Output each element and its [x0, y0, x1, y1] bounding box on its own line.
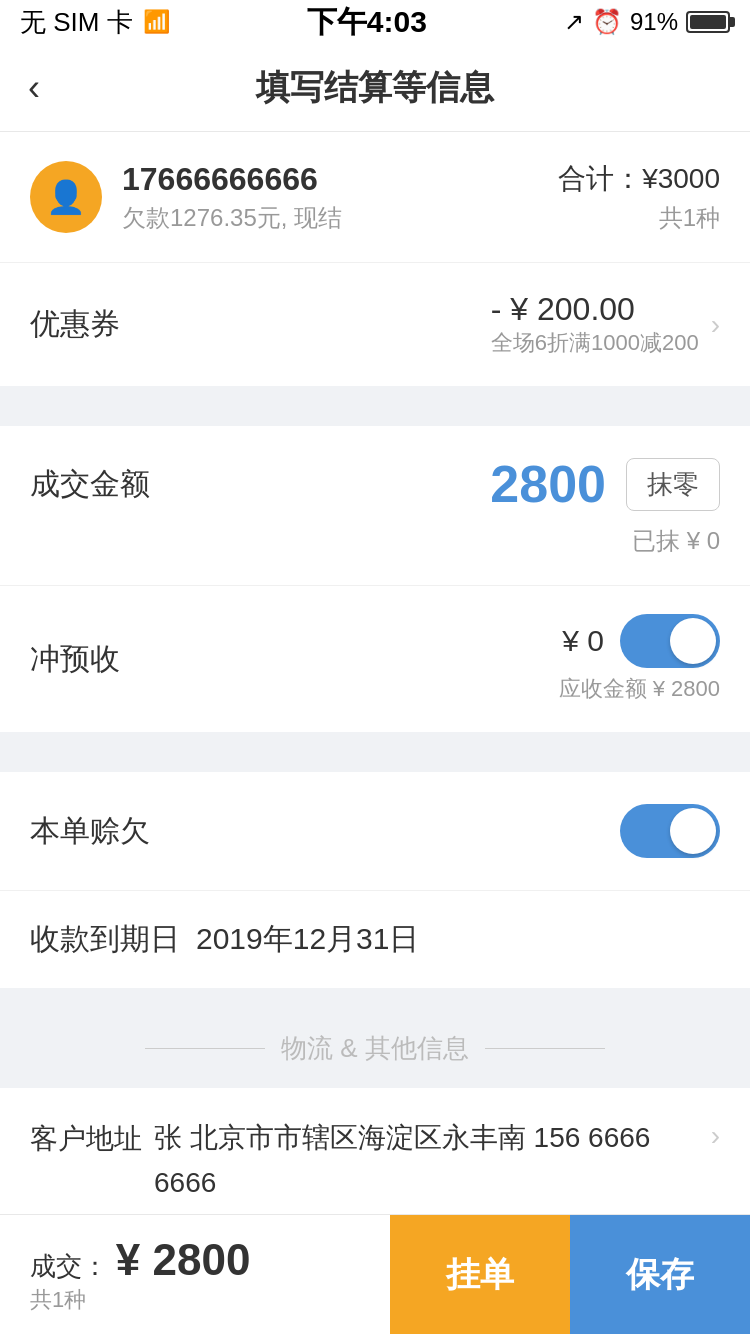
debt-toggle[interactable]	[620, 804, 720, 858]
user-sub: 欠款1276.35元, 现结	[122, 202, 342, 234]
user-info-left: 👤 17666666666 欠款1276.35元, 现结	[30, 161, 342, 234]
nav-bar: ‹ 填写结算等信息	[0, 44, 750, 132]
footer-count: 共1种	[30, 1285, 360, 1315]
precollect-amount-row: ¥ 0	[562, 614, 720, 668]
footer-total-amount: ¥ 2800	[116, 1235, 251, 1284]
status-bar-time: 下午4:03	[307, 2, 427, 43]
battery-icon	[686, 11, 730, 33]
save-button[interactable]: 保存	[570, 1215, 750, 1335]
wifi-icon: 📶	[143, 9, 170, 35]
round-button[interactable]: 抹零	[626, 458, 720, 511]
address-row[interactable]: 客户地址 张 北京市市辖区海淀区永丰南 156 6666 6666 ›	[0, 1088, 750, 1234]
status-bar-left: 无 SIM 卡 📶	[20, 5, 170, 40]
footer-bar: 成交： ¥ 2800 共1种 挂单 保存	[0, 1214, 750, 1334]
page-title: 填写结算等信息	[256, 65, 494, 111]
footer-left: 成交： ¥ 2800 共1种	[0, 1235, 390, 1315]
coupon-desc: 全场6折满1000减200	[491, 328, 699, 358]
precollect-toggle[interactable]	[620, 614, 720, 668]
deal-amount-right: 2800 抹零	[490, 454, 720, 514]
status-bar: 无 SIM 卡 📶 下午4:03 ↗ ⏰ 91%	[0, 0, 750, 44]
logistics-label: 物流 & 其他信息	[145, 1031, 605, 1066]
user-info-row: 👤 17666666666 欠款1276.35元, 现结 合计：¥3000 共1…	[0, 132, 750, 263]
precollect-toggle-thumb	[670, 618, 716, 664]
coupon-info: - ¥ 200.00 全场6折满1000减200	[491, 291, 699, 358]
user-details: 17666666666 欠款1276.35元, 现结	[122, 161, 342, 234]
alarm-icon: ⏰	[592, 8, 622, 36]
user-phone: 17666666666	[122, 161, 342, 198]
debt-toggle-thumb	[670, 808, 716, 854]
logistics-divider: 物流 & 其他信息	[0, 1008, 750, 1088]
deal-amount-label: 成交金额	[30, 464, 150, 505]
status-bar-right: ↗ ⏰ 91%	[564, 8, 730, 36]
precollect-row: 冲预收 ¥ 0 应收金额 ¥ 2800	[0, 585, 750, 732]
debt-row: 本单赊欠	[0, 772, 750, 890]
battery-percent: 91%	[630, 8, 678, 36]
precollect-amount: ¥ 0	[562, 624, 604, 658]
location-icon: ↗	[564, 8, 584, 36]
deal-sub: 已抹 ¥ 0	[632, 527, 720, 554]
carrier-label: 无 SIM 卡	[20, 5, 133, 40]
avatar-icon: 👤	[46, 178, 86, 216]
address-chevron: ›	[711, 1116, 720, 1152]
deal-amount-section: 成交金额 2800 抹零 已抹 ¥ 0	[0, 426, 750, 585]
precollect-right: ¥ 0 应收金额 ¥ 2800	[559, 614, 720, 704]
hold-order-button[interactable]: 挂单	[390, 1215, 570, 1335]
address-value: 张 北京市市辖区海淀区永丰南 156 6666 6666	[154, 1116, 699, 1206]
coupon-label: 优惠券	[30, 304, 120, 345]
duedate-value: 2019年12月31日	[196, 919, 419, 960]
duedate-row: 收款到期日 2019年12月31日	[0, 890, 750, 988]
footer-total-label: 成交：	[30, 1251, 108, 1281]
coupon-discount: - ¥ 200.00	[491, 291, 699, 328]
address-label: 客户地址	[30, 1116, 142, 1158]
deal-amount-row: 成交金额 2800 抹零	[30, 454, 720, 514]
section-divider-1	[0, 406, 750, 426]
deal-amount-value: 2800	[490, 454, 606, 514]
coupon-chevron: ›	[711, 309, 720, 341]
total-count: 共1种	[558, 202, 720, 234]
footer-total-row: 成交： ¥ 2800	[30, 1235, 360, 1285]
debt-label: 本单赊欠	[30, 811, 150, 852]
user-info-right: 合计：¥3000 共1种	[558, 160, 720, 234]
back-button[interactable]: ‹	[28, 67, 40, 109]
coupon-row[interactable]: 优惠券 - ¥ 200.00 全场6折满1000减200 ›	[0, 263, 750, 386]
duedate-label: 收款到期日	[30, 919, 180, 960]
coupon-right: - ¥ 200.00 全场6折满1000减200 ›	[491, 291, 720, 358]
precollect-sub: 应收金额 ¥ 2800	[559, 674, 720, 704]
precollect-label: 冲预收	[30, 639, 120, 680]
total-amount: 合计：¥3000	[558, 160, 720, 198]
avatar: 👤	[30, 161, 102, 233]
section-divider-2	[0, 752, 750, 772]
